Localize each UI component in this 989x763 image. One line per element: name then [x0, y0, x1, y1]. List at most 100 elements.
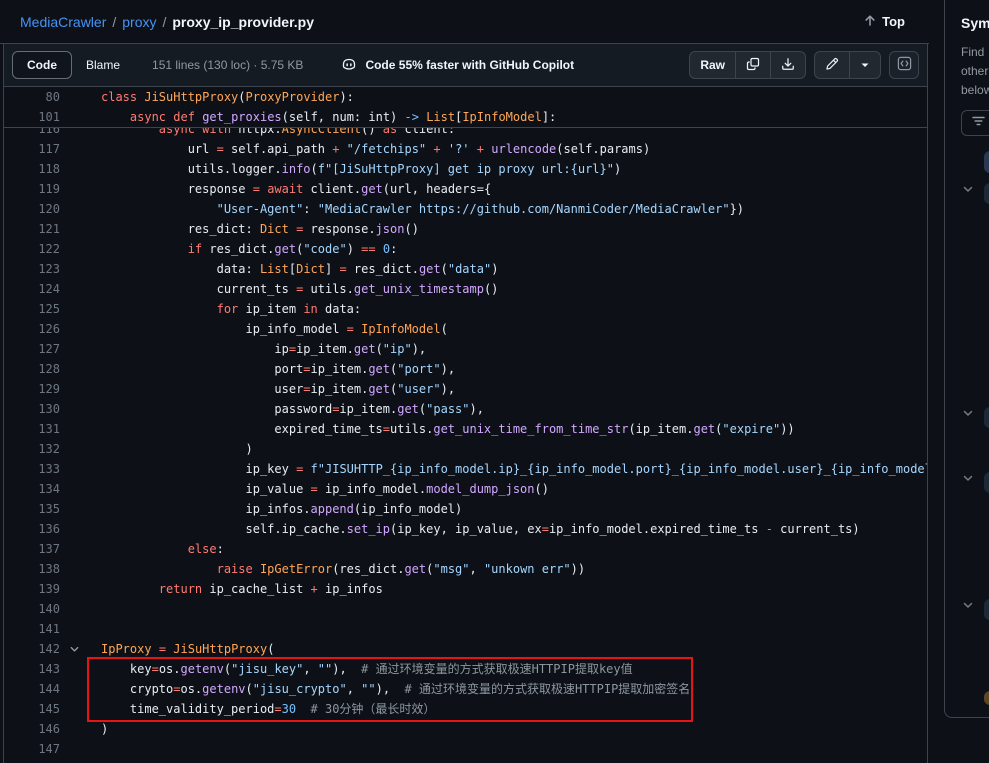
line-number[interactable]: 131: [4, 419, 60, 439]
code-blame-segmented-control: Code Blame: [12, 51, 134, 79]
code-line-143: 143 key=os.getenv("jisu_key", ""), # 通过环…: [4, 659, 927, 679]
line-number[interactable]: 132: [4, 439, 60, 459]
symbol-item[interactable]: [984, 407, 989, 428]
line-number[interactable]: 133: [4, 459, 60, 479]
breadcrumb-separator: /: [162, 14, 166, 30]
code-line-146: 146): [4, 719, 927, 739]
symbols-panel-toggle-button[interactable]: [889, 51, 919, 79]
code-text: port=ip_item.get("port"),: [101, 359, 455, 379]
code-line-140: 140: [4, 599, 927, 619]
edit-file-button[interactable]: [815, 52, 849, 78]
symbol-item[interactable]: [984, 472, 989, 493]
line-number[interactable]: 128: [4, 359, 60, 379]
line-number[interactable]: 117: [4, 139, 60, 159]
line-number[interactable]: 122: [4, 239, 60, 259]
edit-split-button: [814, 51, 881, 79]
line-number[interactable]: 118: [4, 159, 60, 179]
code-text: return ip_cache_list + ip_infos: [101, 579, 383, 599]
code-text: ): [101, 719, 108, 739]
chevron-down-icon[interactable]: [962, 471, 974, 489]
breadcrumb-folder-link[interactable]: proxy: [122, 14, 156, 30]
tab-code[interactable]: Code: [12, 51, 72, 79]
line-number[interactable]: 124: [4, 279, 60, 299]
symbol-item[interactable]: [984, 599, 989, 620]
line-number[interactable]: 143: [4, 659, 60, 679]
line-number[interactable]: 147: [4, 739, 60, 759]
raw-button[interactable]: Raw: [690, 52, 735, 78]
line-number[interactable]: 80: [4, 87, 60, 107]
collapse-spacer: [60, 359, 98, 379]
line-number[interactable]: 125: [4, 299, 60, 319]
line-number[interactable]: 119: [4, 179, 60, 199]
collapse-spacer: [60, 319, 98, 339]
line-number[interactable]: 120: [4, 199, 60, 219]
line-number[interactable]: 134: [4, 479, 60, 499]
code-symbols-icon: [897, 56, 912, 74]
line-number[interactable]: 141: [4, 619, 60, 639]
code-text: ip_value = ip_info_model.model_dump_json…: [101, 479, 549, 499]
line-number[interactable]: 135: [4, 499, 60, 519]
chevron-down-icon[interactable]: [962, 406, 974, 424]
line-number[interactable]: 138: [4, 559, 60, 579]
code-line-128: 128 port=ip_item.get("port"),: [4, 359, 927, 379]
line-number[interactable]: 130: [4, 399, 60, 419]
code-text: ip=ip_item.get("ip"),: [101, 339, 426, 359]
copy-raw-button[interactable]: [735, 52, 770, 78]
breadcrumb-separator: /: [112, 14, 116, 30]
pencil-icon: [825, 57, 839, 74]
line-number[interactable]: 142: [4, 639, 60, 659]
scroll-to-top-button[interactable]: Top: [856, 10, 913, 34]
line-number[interactable]: 140: [4, 599, 60, 619]
chevron-down-icon[interactable]: [962, 182, 974, 200]
breadcrumb-repo-link[interactable]: MediaCrawler: [20, 14, 106, 30]
code-text: url = self.api_path + "/fetchips" + '?' …: [101, 139, 650, 159]
code-text: ip_infos.append(ip_info_model): [101, 499, 462, 519]
line-number[interactable]: 121: [4, 219, 60, 239]
line-number[interactable]: 146: [4, 719, 60, 739]
symbol-item[interactable]: [984, 183, 989, 204]
collapse-spacer: [60, 159, 98, 179]
code-line-145: 145 time_validity_period=30 # 30分钟（最长时效）: [4, 699, 927, 719]
code-line-138: 138 raise IpGetError(res_dict.get("msg",…: [4, 559, 927, 579]
line-number[interactable]: 137: [4, 539, 60, 559]
line-number[interactable]: 126: [4, 319, 60, 339]
collapse-spacer: [60, 279, 98, 299]
line-number[interactable]: 129: [4, 379, 60, 399]
collapse-spacer: [60, 559, 98, 579]
collapse-spacer: [60, 339, 98, 359]
symbols-description-line: Find: [961, 43, 989, 62]
symbol-item[interactable]: [984, 691, 989, 705]
collapse-spacer: [60, 539, 98, 559]
symbol-item[interactable]: [984, 151, 989, 173]
tab-blame[interactable]: Blame: [72, 51, 134, 79]
line-number[interactable]: 145: [4, 699, 60, 719]
chevron-down-icon[interactable]: [962, 598, 974, 616]
code-text: ip_info_model = IpInfoModel(: [101, 319, 448, 339]
line-number[interactable]: 139: [4, 579, 60, 599]
symbols-panel-heading: Sym: [961, 15, 989, 31]
code-line-101: 101 async def get_proxies(self, num: int…: [4, 107, 927, 127]
code-line-126: 126 ip_info_model = IpInfoModel(: [4, 319, 927, 339]
download-raw-button[interactable]: [770, 52, 805, 78]
filter-symbols-input[interactable]: [961, 110, 989, 136]
collapse-spacer: [60, 519, 98, 539]
edit-dropdown-button[interactable]: [849, 52, 880, 78]
code-line-135: 135 ip_infos.append(ip_info_model): [4, 499, 927, 519]
line-number[interactable]: 127: [4, 339, 60, 359]
line-number[interactable]: 123: [4, 259, 60, 279]
line-number[interactable]: 144: [4, 679, 60, 699]
collapse-spacer: [60, 679, 98, 699]
top-button-label: Top: [882, 14, 905, 29]
collapse-spacer: [60, 299, 98, 319]
collapse-spacer: [60, 239, 98, 259]
collapse-chevron-icon[interactable]: [60, 639, 98, 659]
line-number[interactable]: 136: [4, 519, 60, 539]
file-header-toolbar: Code Blame 151 lines (130 loc) · 5.75 KB…: [4, 44, 927, 87]
code-line-120: 120 "User-Agent": "MediaCrawler https://…: [4, 199, 927, 219]
line-number[interactable]: 101: [4, 107, 60, 127]
code-lines: 116 async with httpx.AsyncClient() as cl…: [4, 87, 927, 759]
code-text: ip_key = f"JISUHTTP_{ip_info_model.ip}_{…: [101, 459, 927, 479]
collapse-spacer: [60, 87, 98, 107]
collapse-spacer: [60, 699, 98, 719]
raw-copy-download-group: Raw: [689, 51, 806, 79]
